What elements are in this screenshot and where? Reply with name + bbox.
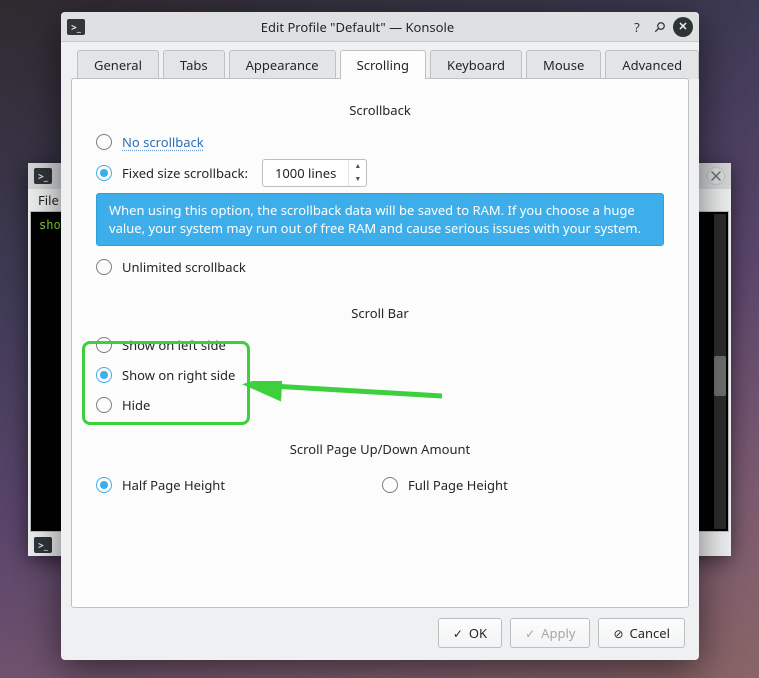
label-half-page[interactable]: Half Page Height <box>122 476 225 494</box>
tab-bar: General Tabs Appearance Scrolling Keyboa… <box>71 50 689 79</box>
help-button[interactable]: ? <box>627 17 647 37</box>
ok-button[interactable]: ✓ OK <box>438 618 502 648</box>
dialog-titlebar[interactable]: >_ Edit Profile "Default" — Konsole ? ⚲ … <box>61 12 699 42</box>
radio-half-page[interactable] <box>96 477 112 493</box>
check-icon: ✓ <box>453 625 463 642</box>
label-scrollbar-left[interactable]: Show on left side <box>122 336 226 354</box>
cancel-button[interactable]: ⊘ Cancel <box>598 618 685 648</box>
edit-profile-dialog: >_ Edit Profile "Default" — Konsole ? ⚲ … <box>61 12 699 660</box>
dialog-app-icon: >_ <box>67 19 85 35</box>
radio-fixed-scrollback[interactable] <box>96 165 112 181</box>
apply-button[interactable]: ✓ Apply <box>510 618 590 648</box>
label-no-scrollback[interactable]: No scrollback <box>122 133 204 151</box>
radio-scrollbar-hide[interactable] <box>96 397 112 413</box>
tab-advanced[interactable]: Advanced <box>605 50 699 79</box>
tab-keyboard[interactable]: Keyboard <box>430 50 522 79</box>
bg-menu-file[interactable]: File <box>38 191 59 209</box>
spin-down[interactable]: ▼ <box>349 173 366 186</box>
scrolling-panel: Scrollback No scrollback Fixed size scro… <box>71 78 689 608</box>
section-scrollpage: Scroll Page Up/Down Amount <box>94 440 666 458</box>
fixed-scrollback-value: 1000 lines <box>263 164 348 182</box>
ram-warning: When using this option, the scrollback d… <box>96 193 664 246</box>
konsole-app-icon: >_ <box>34 168 52 184</box>
radio-scrollbar-left[interactable] <box>96 337 112 353</box>
tab-tabs[interactable]: Tabs <box>163 50 225 79</box>
cancel-icon: ⊘ <box>613 625 623 642</box>
bg-scrollbar-thumb[interactable] <box>714 356 726 396</box>
radio-unlimited-scrollback[interactable] <box>96 259 112 275</box>
bg-close-button[interactable] <box>707 167 725 185</box>
check-icon: ✓ <box>525 625 535 642</box>
spin-up[interactable]: ▲ <box>349 160 366 173</box>
radio-scrollbar-right[interactable] <box>96 367 112 383</box>
label-scrollbar-right[interactable]: Show on right side <box>122 366 235 384</box>
label-unlimited-scrollback[interactable]: Unlimited scrollback <box>122 258 246 276</box>
dialog-close-button[interactable]: ✕ <box>673 17 693 37</box>
close-icon <box>711 171 721 181</box>
section-scrollback: Scrollback <box>94 101 666 119</box>
fixed-scrollback-spinbox[interactable]: 1000 lines ▲ ▼ <box>262 159 367 187</box>
radio-full-page[interactable] <box>382 477 398 493</box>
label-fixed-scrollback[interactable]: Fixed size scrollback: <box>122 164 248 182</box>
tab-appearance[interactable]: Appearance <box>229 50 336 79</box>
dialog-button-bar: ✓ OK ✓ Apply ⊘ Cancel <box>71 608 689 650</box>
desktop-background: >_ File show >_ >_ Edit Profile "Default… <box>0 0 759 678</box>
bg-status-icon: >_ <box>34 537 52 553</box>
section-scrollbar: Scroll Bar <box>94 304 666 322</box>
label-full-page[interactable]: Full Page Height <box>408 476 508 494</box>
dialog-title: Edit Profile "Default" — Konsole <box>91 18 624 36</box>
keep-above-button[interactable]: ⚲ <box>646 12 674 40</box>
tab-scrolling[interactable]: Scrolling <box>340 50 426 79</box>
tab-mouse[interactable]: Mouse <box>526 50 601 79</box>
radio-no-scrollback[interactable] <box>96 134 112 150</box>
label-scrollbar-hide[interactable]: Hide <box>122 396 150 414</box>
tab-general[interactable]: General <box>77 50 159 79</box>
